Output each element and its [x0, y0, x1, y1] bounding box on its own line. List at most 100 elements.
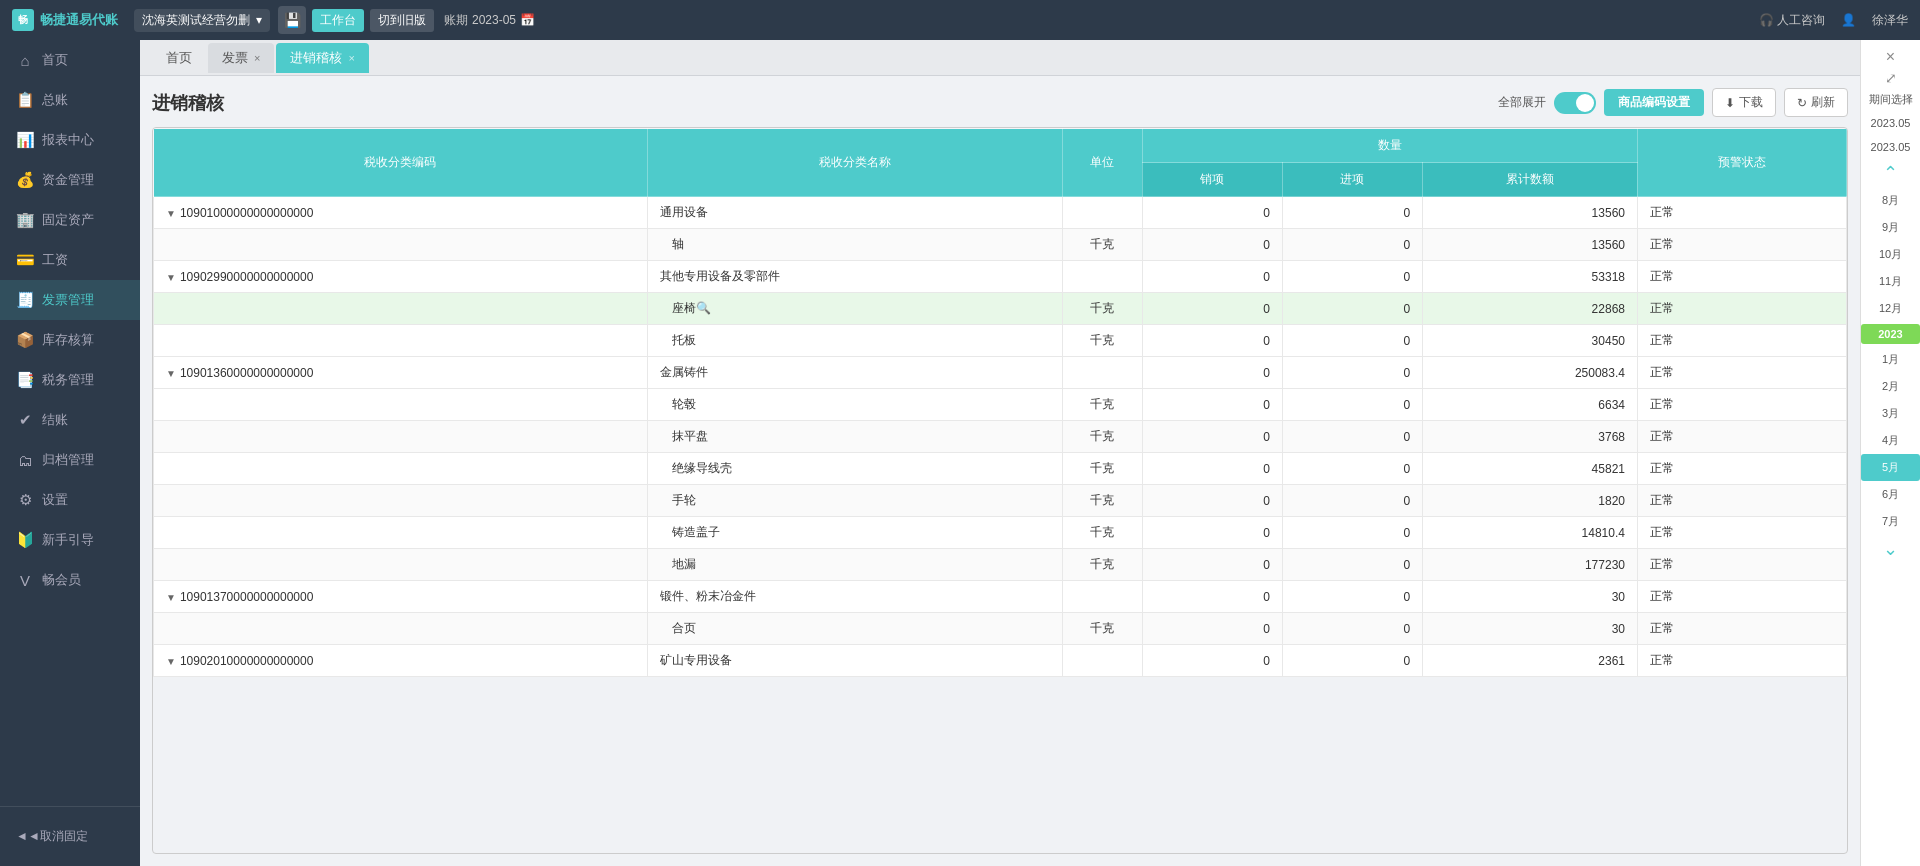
tab-home[interactable]: 首页 [152, 43, 206, 73]
sidebar-item-funds[interactable]: 💰 资金管理 [0, 160, 140, 200]
period-item-5[interactable]: 5月 [1861, 454, 1920, 481]
sidebar-item-reports[interactable]: 📊 报表中心 [0, 120, 140, 160]
period-item-7[interactable]: 7月 [1861, 508, 1920, 535]
period-item-11[interactable]: 11月 [1861, 268, 1920, 295]
period-item-9[interactable]: 9月 [1861, 214, 1920, 241]
content-area: 首页 发票 × 进销稽核 × 进销稽核 全部展开 [140, 40, 1860, 866]
period-item-2[interactable]: 2月 [1861, 373, 1920, 400]
sidebar-item-home[interactable]: ⌂ 首页 [0, 40, 140, 80]
col-quantity-group: 数量 [1142, 129, 1637, 163]
sidebar-label-settings: 设置 [42, 491, 68, 509]
table-row-status: 正常 [1637, 293, 1846, 325]
inventory-icon: 📦 [16, 331, 34, 349]
table-row-total: 250083.4 [1423, 357, 1638, 389]
table-row-purchase: 0 [1282, 581, 1422, 613]
table-row-status: 正常 [1637, 261, 1846, 293]
sidebar-item-inventory[interactable]: 📦 库存核算 [0, 320, 140, 360]
table-row-unit: 千克 [1062, 453, 1142, 485]
period-item-6[interactable]: 6月 [1861, 481, 1920, 508]
table-row-sales: 0 [1142, 261, 1282, 293]
table-row-sales: 0 [1142, 581, 1282, 613]
search-icon[interactable]: 🔍 [696, 301, 711, 315]
tab-reconcile-close[interactable]: × [348, 52, 354, 64]
period-item-3[interactable]: 3月 [1861, 400, 1920, 427]
col-purchase: 进项 [1282, 163, 1422, 197]
close-panel-icon[interactable]: × [1886, 48, 1895, 66]
page-header: 进销稽核 全部展开 商品编码设置 ⬇ 下载 ↻ 刷新 [152, 88, 1848, 117]
col-unit: 单位 [1062, 129, 1142, 197]
guide-icon: 🔰 [16, 531, 34, 549]
period-item-2023-05-1[interactable]: 2023.05 [1861, 111, 1920, 135]
expand-panel-icon[interactable]: ⤢ [1885, 70, 1897, 86]
table-row-sales: 0 [1142, 517, 1282, 549]
period-item-8[interactable]: 8月 [1861, 187, 1920, 214]
headset-icon: 🎧 [1759, 13, 1774, 27]
table-row-total: 2361 [1423, 645, 1638, 677]
calendar-icon[interactable]: 📅 [520, 13, 535, 27]
period-value: 2023-05 [472, 13, 516, 27]
table-row-purchase: 0 [1282, 645, 1422, 677]
tab-invoice-close[interactable]: × [254, 52, 260, 64]
table-row-name: 座椅🔍 [647, 293, 1062, 325]
sidebar-item-vip[interactable]: V 畅会员 [0, 560, 140, 600]
table-row-status: 正常 [1637, 485, 1846, 517]
sidebar-item-tax[interactable]: 📑 税务管理 [0, 360, 140, 400]
table-row-purchase: 0 [1282, 261, 1422, 293]
tab-reconcile-label: 进销稽核 [290, 49, 342, 67]
sidebar-item-ledger[interactable]: 📋 总账 [0, 80, 140, 120]
archive-icon: 🗂 [16, 452, 34, 469]
period-item-2023-05-2[interactable]: 2023.05 [1861, 135, 1920, 159]
tab-invoice-label: 发票 [222, 49, 248, 67]
refresh-button[interactable]: ↻ 刷新 [1784, 88, 1848, 117]
expand-toggle[interactable] [1554, 92, 1596, 114]
ledger-icon: 📋 [16, 91, 34, 109]
period-year-2023[interactable]: 2023 [1861, 324, 1920, 344]
table-row-unit: 千克 [1062, 421, 1142, 453]
workbench-button[interactable]: 工作台 [312, 9, 364, 32]
col-tax-code: 税收分类编码 [154, 129, 648, 197]
save-icon[interactable]: 💾 [278, 6, 306, 34]
company-name: 沈海英测试经营勿删 [142, 12, 250, 29]
sidebar-item-settle[interactable]: ✔ 结账 [0, 400, 140, 440]
period-item-10[interactable]: 10月 [1861, 241, 1920, 268]
user-name: 徐泽华 [1872, 12, 1908, 29]
table-row-total: 45821 [1423, 453, 1638, 485]
sidebar-item-salary[interactable]: 💳 工资 [0, 240, 140, 280]
table-row-status: 正常 [1637, 389, 1846, 421]
home-icon: ⌂ [16, 52, 34, 69]
table-row-status: 正常 [1637, 613, 1846, 645]
sidebar-item-guide[interactable]: 🔰 新手引导 [0, 520, 140, 560]
table-row-purchase: 0 [1282, 613, 1422, 645]
tab-reconcile[interactable]: 进销稽核 × [276, 43, 368, 73]
app-logo: 畅 畅捷通易代账 [12, 9, 118, 31]
download-button[interactable]: ⬇ 下载 [1712, 88, 1776, 117]
scroll-up-arrow[interactable]: ⌃ [1880, 159, 1901, 187]
table-row-code: ▼10902010000000000000 [154, 645, 648, 677]
scroll-down-arrow[interactable]: ⌄ [1880, 535, 1901, 563]
refresh-icon: ↻ [1797, 96, 1807, 110]
period-item-12[interactable]: 12月 [1861, 295, 1920, 322]
table-row-name: 手轮 [647, 485, 1062, 517]
period-display: 账期 2023-05 📅 [444, 12, 535, 29]
table-row-unit [1062, 581, 1142, 613]
vip-icon: V [16, 572, 34, 589]
sidebar-item-settings[interactable]: ⚙ 设置 [0, 480, 140, 520]
period-item-4[interactable]: 4月 [1861, 427, 1920, 454]
table-row-sales: 0 [1142, 389, 1282, 421]
sidebar-item-invoice[interactable]: 🧾 发票管理 [0, 280, 140, 320]
period-item-1[interactable]: 1月 [1861, 346, 1920, 373]
table-row-purchase: 0 [1282, 197, 1422, 229]
unpin-button[interactable]: ◄◄取消固定 [0, 817, 140, 856]
sidebar-item-assets[interactable]: 🏢 固定资产 [0, 200, 140, 240]
support-link[interactable]: 🎧 人工咨询 [1759, 12, 1825, 29]
table-row-code [154, 613, 648, 645]
tab-invoice[interactable]: 发票 × [208, 43, 274, 73]
sidebar-item-archive[interactable]: 🗂 归档管理 [0, 440, 140, 480]
table-row-name: 轮毂 [647, 389, 1062, 421]
table-row-sales: 0 [1142, 229, 1282, 261]
col-warning: 预警状态 [1637, 129, 1846, 197]
table-row-purchase: 0 [1282, 293, 1422, 325]
product-code-button[interactable]: 商品编码设置 [1604, 89, 1704, 116]
company-selector[interactable]: 沈海英测试经营勿删 ▾ [134, 9, 270, 32]
switch-old-button[interactable]: 切到旧版 [370, 9, 434, 32]
